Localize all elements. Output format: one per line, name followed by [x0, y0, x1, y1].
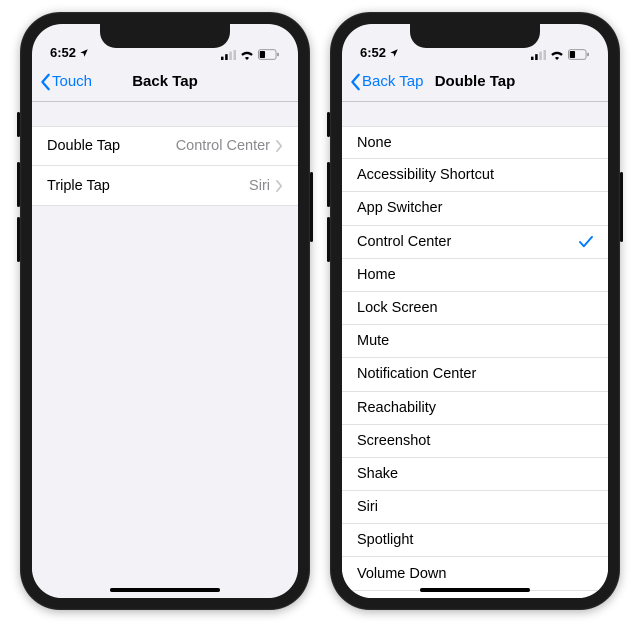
option-item[interactable]: Accessibility Shortcut — [342, 159, 608, 192]
back-button[interactable]: Back Tap — [350, 73, 423, 91]
option-label: Home — [357, 267, 396, 283]
option-item[interactable]: Lock Screen — [342, 292, 608, 325]
checkmark-icon — [579, 236, 593, 248]
option-label: Shake — [357, 466, 398, 482]
mute-switch — [327, 112, 330, 137]
page-title: Double Tap — [435, 73, 516, 90]
option-label: Siri — [357, 499, 378, 515]
option-item[interactable]: Reachability — [342, 392, 608, 425]
chevron-right-icon — [276, 180, 283, 192]
location-icon — [389, 48, 399, 58]
option-item[interactable]: Home — [342, 259, 608, 292]
cellular-icon — [221, 50, 236, 60]
power-button — [310, 172, 313, 242]
battery-icon — [258, 49, 280, 60]
chevron-left-icon — [350, 73, 362, 91]
mute-switch — [17, 112, 20, 137]
battery-icon — [568, 49, 590, 60]
option-item[interactable]: Spotlight — [342, 524, 608, 557]
option-item[interactable]: Notification Center — [342, 358, 608, 391]
option-item[interactable]: Shake — [342, 458, 608, 491]
option-label: Accessibility Shortcut — [357, 167, 494, 183]
volume-up-button — [17, 162, 20, 207]
iphone-right: 6:52 Back Tap Double Tap None Accessibili… — [330, 12, 620, 610]
option-label: Screenshot — [357, 433, 430, 449]
home-indicator[interactable] — [420, 588, 530, 592]
page-title: Back Tap — [132, 73, 198, 90]
volume-down-button — [327, 217, 330, 262]
option-label: Mute — [357, 333, 389, 349]
option-label: Notification Center — [357, 366, 476, 382]
option-label: Lock Screen — [357, 300, 438, 316]
notch — [100, 24, 230, 48]
iphone-left: 6:52 Touch Back Tap Double Tap Control Ce… — [20, 12, 310, 610]
option-item[interactable]: Siri — [342, 491, 608, 524]
wifi-icon — [550, 50, 564, 60]
status-time: 6:52 — [50, 45, 76, 60]
option-item[interactable]: App Switcher — [342, 192, 608, 225]
nav-bar: Touch Back Tap — [32, 62, 298, 102]
option-item[interactable]: Mute — [342, 325, 608, 358]
option-item[interactable]: Control Center — [342, 226, 608, 259]
list-item-label: Double Tap — [47, 138, 120, 154]
nav-bar: Back Tap Double Tap — [342, 62, 608, 102]
chevron-right-icon — [276, 140, 283, 152]
status-time: 6:52 — [360, 45, 386, 60]
option-label: Control Center — [357, 234, 451, 250]
option-item[interactable]: Screenshot — [342, 425, 608, 458]
location-icon — [79, 48, 89, 58]
list-item-value: Siri — [249, 178, 270, 194]
option-label: App Switcher — [357, 200, 442, 216]
volume-down-button — [17, 217, 20, 262]
back-label: Back Tap — [362, 73, 423, 90]
list-item[interactable]: Triple Tap Siri — [32, 166, 298, 206]
content-area[interactable]: None Accessibility Shortcut App Switcher Co… — [342, 102, 608, 598]
list-item-label: Triple Tap — [47, 178, 110, 194]
home-indicator[interactable] — [110, 588, 220, 592]
back-label: Touch — [52, 73, 92, 90]
option-label: Reachability — [357, 400, 436, 416]
power-button — [620, 172, 623, 242]
content-area[interactable]: Double Tap Control Center Triple Tap Siri — [32, 102, 298, 598]
chevron-left-icon — [40, 73, 52, 91]
option-label: None — [357, 135, 392, 151]
list-item[interactable]: Double Tap Control Center — [32, 126, 298, 166]
option-label: Spotlight — [357, 532, 413, 548]
list-item-value: Control Center — [176, 138, 270, 154]
notch — [410, 24, 540, 48]
option-item[interactable]: Volume Down — [342, 557, 608, 590]
option-item[interactable]: None — [342, 126, 608, 159]
volume-up-button — [327, 162, 330, 207]
back-button[interactable]: Touch — [40, 73, 92, 91]
option-label: Volume Down — [357, 566, 446, 582]
cellular-icon — [531, 50, 546, 60]
wifi-icon — [240, 50, 254, 60]
